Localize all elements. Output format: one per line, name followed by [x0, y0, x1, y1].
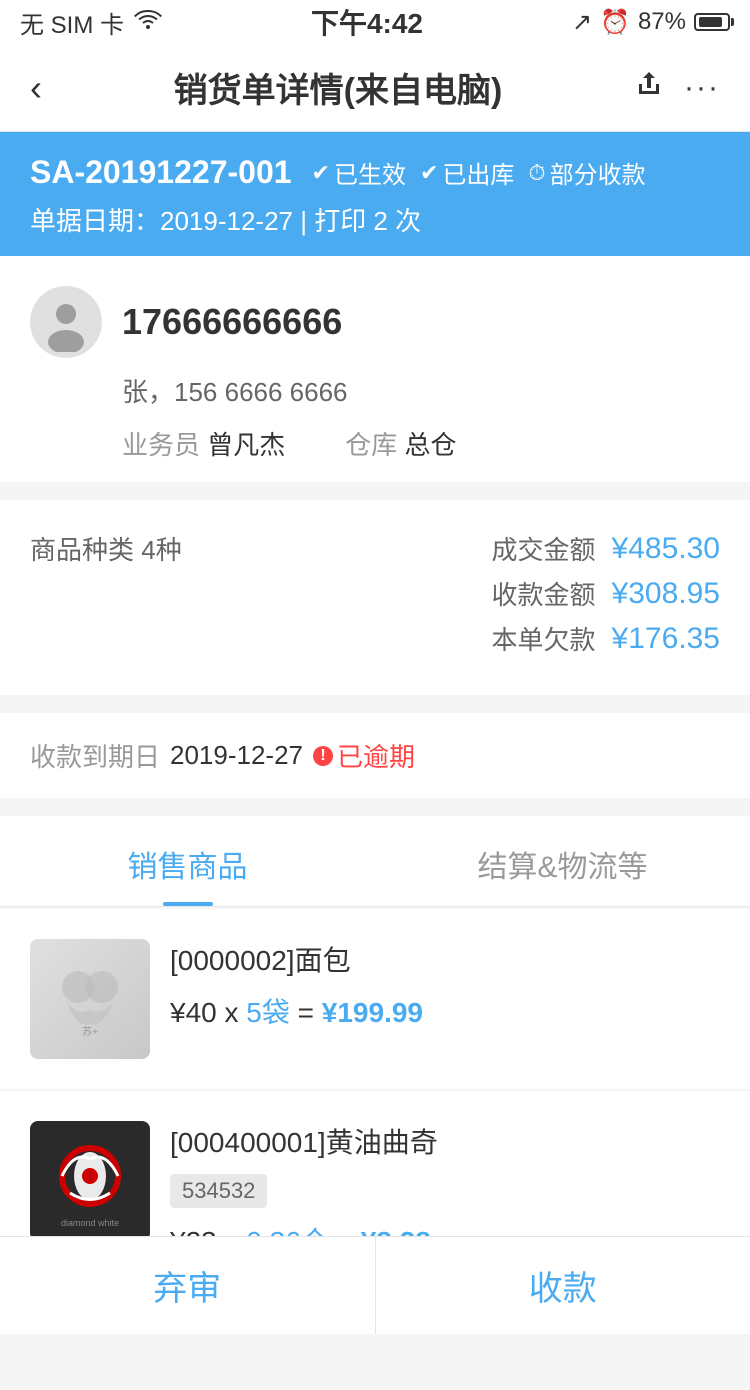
summary-right: 成交金额 ¥485.30 收款金额 ¥308.95 本单欠款 ¥176.35 [492, 530, 720, 665]
customer-avatar [30, 286, 102, 358]
collect-payment-button[interactable]: 收款 [376, 1237, 750, 1334]
overdue-badge-text: 已逾期 [337, 737, 415, 774]
status-partial-payment: ⏱ 部分收款 [528, 155, 645, 190]
tabs-section: 销售商品 结算&物流等 [0, 816, 750, 907]
overdue-badge: ! 已逾期 [313, 737, 415, 774]
product-item: 苏+ [0000002]面包 ¥40 x 5袋 = ¥199.99 [0, 909, 750, 1089]
status-effective: ✔ 已生效 [312, 155, 406, 190]
deal-amount-value: ¥485.30 [612, 532, 720, 566]
wifi-icon [134, 8, 162, 36]
sales-field: 业务员 曾凡杰 [122, 425, 285, 462]
nav-actions: ··· [634, 69, 720, 107]
product-info-1: [0000002]面包 ¥40 x 5袋 = ¥199.99 [170, 939, 720, 1031]
product-sku-2: 534532 [170, 1174, 267, 1208]
location-icon: ↗ [572, 8, 592, 37]
more-button[interactable]: ··· [684, 71, 720, 105]
check-icon-2: ✔ [420, 160, 438, 186]
deal-amount-row: 成交金额 ¥485.30 [492, 530, 720, 567]
product-name-1: [0000002]面包 [170, 939, 720, 979]
svg-text:苏+: 苏+ [82, 1025, 98, 1038]
product-kinds-row: 商品种类 4种 [30, 530, 182, 567]
status-bar: 无 SIM 卡 下午4:42 ↗ ⏰ 87% [0, 0, 750, 44]
page-title: 销货单详情(来自电脑) [174, 63, 503, 112]
overdue-label: 收款到期日 [30, 737, 160, 774]
debt-value: ¥176.35 [612, 622, 720, 656]
status-shipped: ✔ 已出库 [420, 155, 514, 190]
customer-section: 17666666666 张，156 6666 6666 业务员 曾凡杰 仓库 总… [0, 256, 750, 482]
overdue-date: 2019-12-27 [170, 740, 303, 771]
divider-1 [0, 484, 750, 500]
overdue-section: 收款到期日 2019-12-27 ! 已逾期 [0, 713, 750, 798]
carrier-text: 无 SIM 卡 [20, 5, 124, 40]
divider-2 [0, 697, 750, 713]
debt-amount-row: 本单欠款 ¥176.35 [492, 620, 720, 657]
bottom-bar: 弃审 收款 [0, 1236, 750, 1334]
received-value: ¥308.95 [612, 577, 720, 611]
received-amount-row: 收款金额 ¥308.95 [492, 575, 720, 612]
order-status-tags: ✔ 已生效 ✔ 已出库 ⏱ 部分收款 [312, 155, 646, 190]
product-price-1: ¥40 x 5袋 = ¥199.99 [170, 991, 720, 1031]
product-qty-1: 5袋 [246, 997, 290, 1028]
share-button[interactable] [634, 69, 664, 107]
received-label: 收款金额 [492, 575, 596, 612]
overdue-warning-icon: ! [313, 746, 333, 766]
deal-amount-label: 成交金额 [492, 530, 596, 567]
battery-icon [694, 13, 730, 31]
order-date: 单据日期：2019-12-27 | 打印 2 次 [30, 201, 720, 238]
debt-label: 本单欠款 [492, 620, 596, 657]
status-time: 下午4:42 [311, 2, 423, 42]
svg-text:diamond white: diamond white [61, 1218, 119, 1228]
check-icon-1: ✔ [312, 160, 330, 186]
order-header-banner: SA-20191227-001 ✔ 已生效 ✔ 已出库 ⏱ 部分收款 单据日期：… [0, 132, 750, 256]
product-kinds-label: 商品种类 [30, 535, 134, 565]
tab-products[interactable]: 销售商品 [0, 816, 375, 906]
warehouse-field: 仓库 总仓 [345, 425, 456, 462]
alarm-icon: ⏰ [600, 8, 630, 37]
product-thumb-1: 苏+ [30, 939, 150, 1059]
summary-section: 商品种类 4种 成交金额 ¥485.30 收款金额 ¥308.95 本单欠款 ¥… [0, 500, 750, 695]
product-name-2: [000400001]黄油曲奇 [170, 1121, 720, 1161]
order-id: SA-20191227-001 [30, 154, 292, 191]
divider-3 [0, 800, 750, 816]
summary-left: 商品种类 4种 [30, 530, 182, 665]
nav-bar: ‹ 销货单详情(来自电脑) ··· [0, 44, 750, 132]
product-kinds-value: 4种 [141, 535, 181, 565]
customer-phone: 17666666666 [122, 301, 342, 343]
battery-text: 87% [638, 8, 686, 36]
customer-name-phone: 张，156 6666 6666 [30, 372, 720, 409]
tab-settlement[interactable]: 结算&物流等 [375, 816, 750, 906]
status-left: 无 SIM 卡 [20, 5, 162, 40]
back-button[interactable]: ‹ [30, 67, 42, 109]
product-total-1: ¥199.99 [322, 997, 423, 1028]
clock-icon: ⏱ [528, 160, 545, 186]
status-right: ↗ ⏰ 87% [572, 8, 730, 37]
products-list: 苏+ [0000002]面包 ¥40 x 5袋 = ¥199.99 [0, 909, 750, 1290]
customer-meta: 业务员 曾凡杰 仓库 总仓 [30, 425, 720, 462]
product-thumb-2: diamond white [30, 1121, 150, 1241]
reject-button[interactable]: 弃审 [0, 1237, 376, 1334]
